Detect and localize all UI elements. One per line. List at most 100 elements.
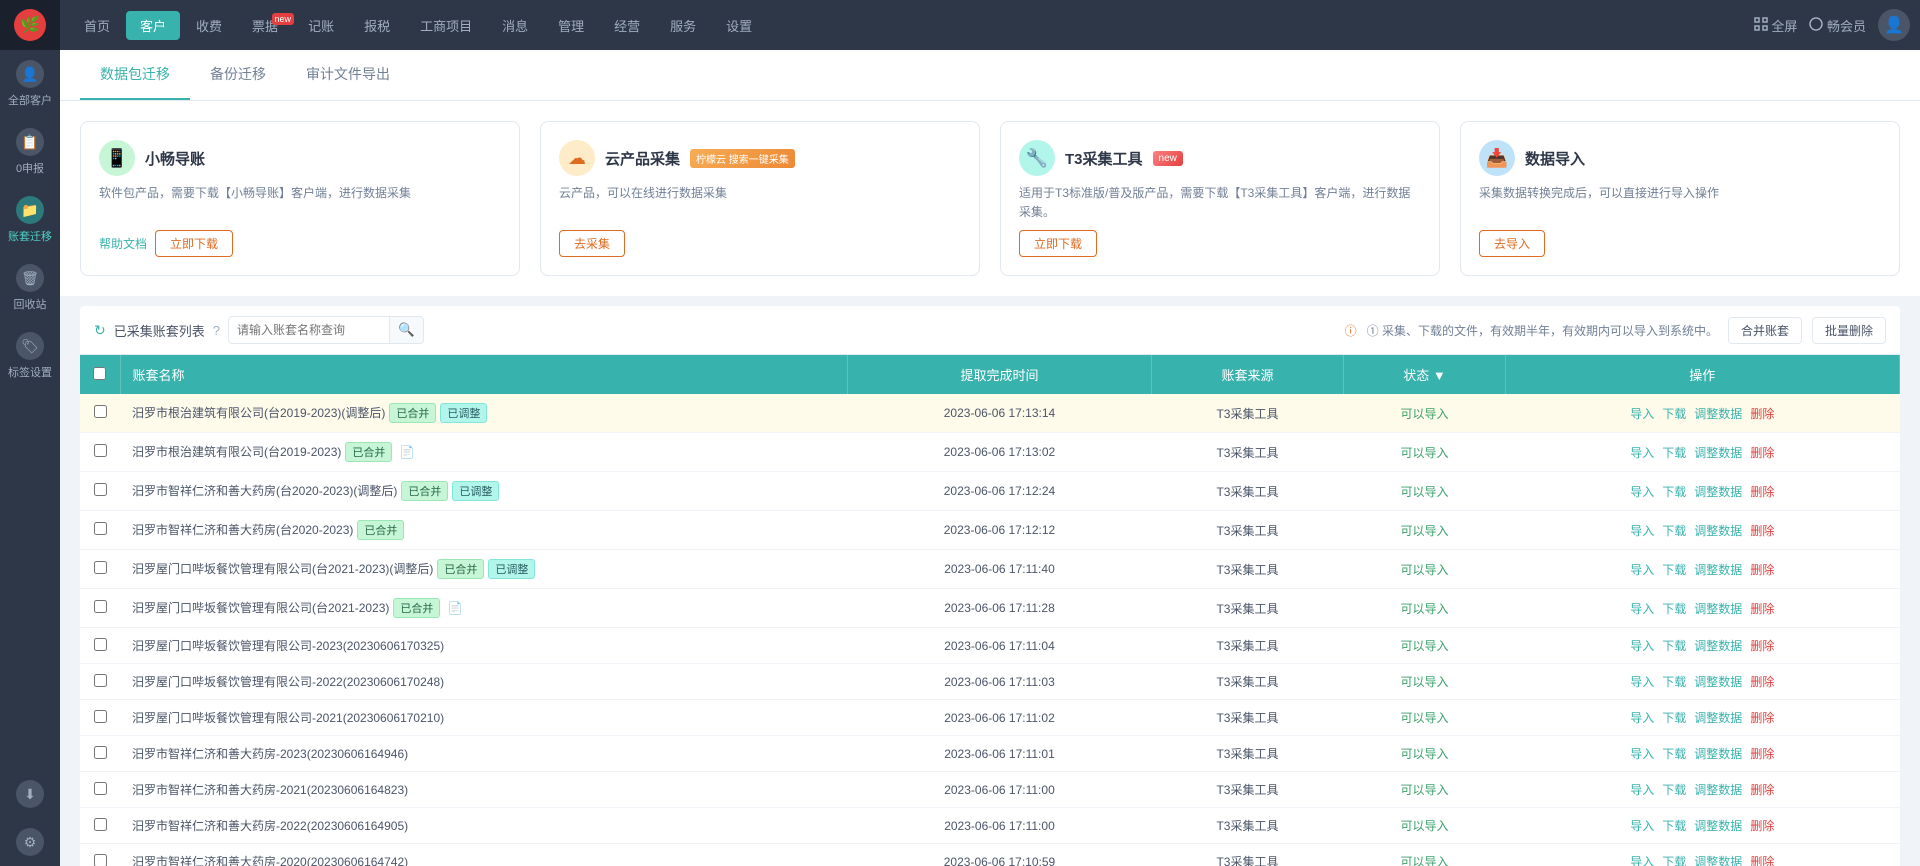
row-action-调整数据[interactable]: 调整数据: [1694, 407, 1742, 421]
row-action-删除[interactable]: 删除: [1750, 524, 1774, 538]
nav-service[interactable]: 服务: [656, 11, 710, 40]
row-checkbox[interactable]: [94, 818, 107, 831]
t3-download-btn[interactable]: 立即下载: [1019, 230, 1097, 257]
row-action-下载[interactable]: 下载: [1662, 524, 1686, 538]
download-btn[interactable]: 立即下载: [155, 230, 233, 257]
import-btn[interactable]: 去导入: [1479, 230, 1545, 257]
row-action-调整数据[interactable]: 调整数据: [1694, 747, 1742, 761]
search-button[interactable]: 🔍: [389, 316, 423, 344]
row-action-删除[interactable]: 删除: [1750, 819, 1774, 833]
row-action-调整数据[interactable]: 调整数据: [1694, 675, 1742, 689]
row-action-删除[interactable]: 删除: [1750, 711, 1774, 725]
nav-home[interactable]: 首页: [70, 11, 124, 40]
row-action-导入[interactable]: 导入: [1630, 747, 1654, 761]
row-action-删除[interactable]: 删除: [1750, 855, 1774, 866]
nav-operation[interactable]: 经营: [600, 11, 654, 40]
row-action-导入[interactable]: 导入: [1630, 485, 1654, 499]
row-action-导入[interactable]: 导入: [1630, 711, 1654, 725]
row-action-删除[interactable]: 删除: [1750, 747, 1774, 761]
collect-btn[interactable]: 去采集: [559, 230, 625, 257]
avatar[interactable]: 👤: [1878, 9, 1910, 41]
nav-bookkeeping[interactable]: 记账: [294, 11, 348, 40]
nav-business[interactable]: 工商项目: [406, 11, 486, 40]
row-action-下载[interactable]: 下载: [1662, 783, 1686, 797]
file-icon[interactable]: 📄: [396, 445, 414, 459]
row-action-删除[interactable]: 删除: [1750, 602, 1774, 616]
select-all-checkbox[interactable]: [93, 367, 106, 380]
search-input[interactable]: [229, 323, 389, 337]
row-action-删除[interactable]: 删除: [1750, 675, 1774, 689]
sidebar-item-recycle[interactable]: 🗑 回收站: [0, 254, 60, 322]
row-action-调整数据[interactable]: 调整数据: [1694, 485, 1742, 499]
row-action-下载[interactable]: 下载: [1662, 675, 1686, 689]
row-action-调整数据[interactable]: 调整数据: [1694, 711, 1742, 725]
nav-settings[interactable]: 设置: [712, 11, 766, 40]
sidebar-item-download[interactable]: ⬇: [0, 770, 60, 818]
file-icon[interactable]: 📄: [444, 601, 462, 615]
sidebar-item-all-clients[interactable]: 👤 全部客户: [0, 50, 60, 118]
row-action-调整数据[interactable]: 调整数据: [1694, 783, 1742, 797]
row-action-下载[interactable]: 下载: [1662, 485, 1686, 499]
row-action-删除[interactable]: 删除: [1750, 639, 1774, 653]
nav-tax[interactable]: 报税: [350, 11, 404, 40]
fullscreen-btn[interactable]: 全屏: [1754, 16, 1798, 35]
row-action-下载[interactable]: 下载: [1662, 407, 1686, 421]
row-action-导入[interactable]: 导入: [1630, 783, 1654, 797]
tab-backup-migrate[interactable]: 备份迁移: [190, 50, 286, 100]
help-icon[interactable]: ?: [213, 323, 220, 338]
row-checkbox[interactable]: [94, 405, 107, 418]
col-checkbox[interactable]: [80, 355, 120, 394]
row-action-下载[interactable]: 下载: [1662, 602, 1686, 616]
row-action-删除[interactable]: 删除: [1750, 407, 1774, 421]
row-action-导入[interactable]: 导入: [1630, 524, 1654, 538]
row-checkbox[interactable]: [94, 483, 107, 496]
tab-audit-export[interactable]: 审计文件导出: [286, 50, 410, 100]
nav-invoice[interactable]: 票据 new: [238, 11, 292, 40]
sidebar-item-account-migrate[interactable]: 📁 账套迁移: [0, 186, 60, 254]
row-action-导入[interactable]: 导入: [1630, 855, 1654, 866]
row-action-下载[interactable]: 下载: [1662, 855, 1686, 866]
row-action-调整数据[interactable]: 调整数据: [1694, 819, 1742, 833]
row-action-下载[interactable]: 下载: [1662, 446, 1686, 460]
row-action-下载[interactable]: 下载: [1662, 563, 1686, 577]
row-action-导入[interactable]: 导入: [1630, 639, 1654, 653]
row-action-调整数据[interactable]: 调整数据: [1694, 639, 1742, 653]
row-action-下载[interactable]: 下载: [1662, 819, 1686, 833]
row-action-导入[interactable]: 导入: [1630, 407, 1654, 421]
row-checkbox[interactable]: [94, 782, 107, 795]
nav-message[interactable]: 消息: [488, 11, 542, 40]
row-checkbox[interactable]: [94, 674, 107, 687]
row-action-调整数据[interactable]: 调整数据: [1694, 602, 1742, 616]
row-action-调整数据[interactable]: 调整数据: [1694, 855, 1742, 866]
row-action-调整数据[interactable]: 调整数据: [1694, 446, 1742, 460]
row-checkbox[interactable]: [94, 444, 107, 457]
row-action-导入[interactable]: 导入: [1630, 602, 1654, 616]
nav-management[interactable]: 管理: [544, 11, 598, 40]
batch-delete-btn[interactable]: 批量删除: [1812, 317, 1886, 344]
refresh-icon[interactable]: ↻: [94, 322, 106, 339]
row-action-删除[interactable]: 删除: [1750, 446, 1774, 460]
row-action-调整数据[interactable]: 调整数据: [1694, 563, 1742, 577]
row-checkbox[interactable]: [94, 854, 107, 866]
row-action-导入[interactable]: 导入: [1630, 446, 1654, 460]
member-btn[interactable]: 畅会员: [1809, 16, 1866, 35]
row-checkbox[interactable]: [94, 710, 107, 723]
sidebar-logo[interactable]: 🌿: [0, 0, 60, 50]
row-action-删除[interactable]: 删除: [1750, 563, 1774, 577]
row-checkbox[interactable]: [94, 638, 107, 651]
sidebar-item-user[interactable]: ⚙: [0, 818, 60, 866]
row-action-删除[interactable]: 删除: [1750, 485, 1774, 499]
nav-payment[interactable]: 收费: [182, 11, 236, 40]
row-action-下载[interactable]: 下载: [1662, 747, 1686, 761]
row-action-导入[interactable]: 导入: [1630, 819, 1654, 833]
sidebar-item-label-settings[interactable]: 🏷 标签设置: [0, 322, 60, 390]
row-action-调整数据[interactable]: 调整数据: [1694, 524, 1742, 538]
merge-btn[interactable]: 合并账套: [1728, 317, 1802, 344]
row-checkbox[interactable]: [94, 561, 107, 574]
row-action-下载[interactable]: 下载: [1662, 639, 1686, 653]
row-action-导入[interactable]: 导入: [1630, 563, 1654, 577]
row-checkbox[interactable]: [94, 746, 107, 759]
row-action-导入[interactable]: 导入: [1630, 675, 1654, 689]
row-action-下载[interactable]: 下载: [1662, 711, 1686, 725]
nav-client[interactable]: 客户: [126, 11, 180, 40]
